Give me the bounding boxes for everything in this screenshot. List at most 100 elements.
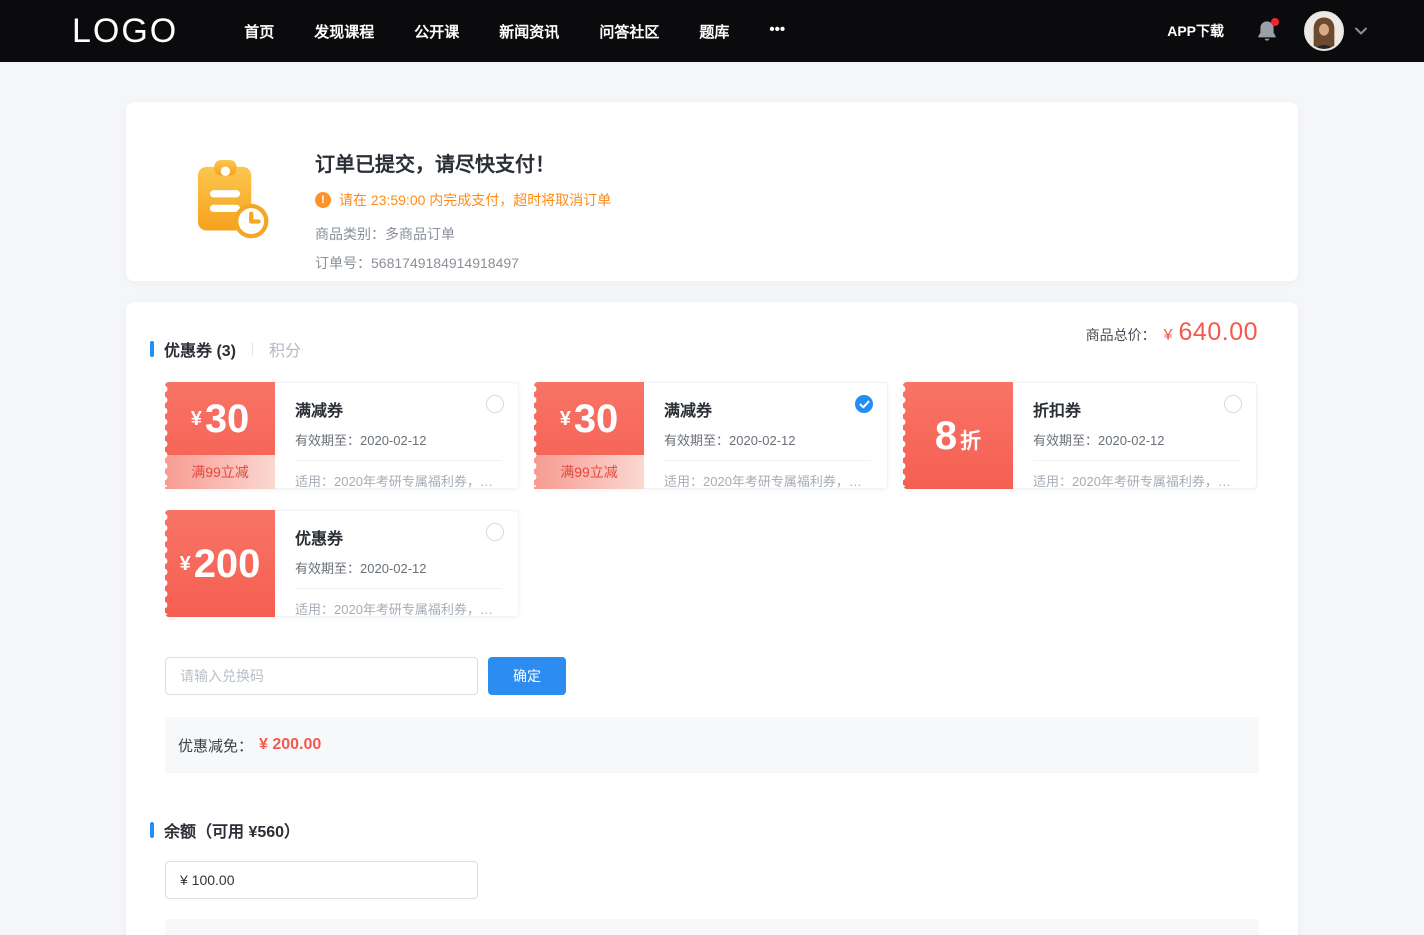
balance-title: 余额（可用 ¥560）: [164, 818, 300, 842]
coupon-condition-badge: 满99立减: [165, 455, 275, 489]
coupon-divider: [664, 460, 871, 461]
tab-coupons[interactable]: 优惠券 (3): [164, 337, 236, 361]
top-nav: LOGO 首页 发现课程 公开课 新闻资讯 问答社区 题库 ••• APP下载: [0, 0, 1424, 62]
coupon-divider: [295, 460, 502, 461]
coupon-expiry: 有效期至：2020-02-12: [295, 430, 502, 449]
coupon-expiry: 有效期至：2020-02-12: [1033, 430, 1240, 449]
nav-links: 首页 发现课程 公开课 新闻资讯 问答社区 题库 •••: [244, 21, 785, 42]
payment-deadline-warning: ! 请在 23:59:00 内完成支付，超时将取消订单: [315, 190, 611, 210]
clipboard-clock-icon: [185, 150, 271, 244]
discount-value: ¥ 200.00: [259, 736, 321, 754]
nav-item-discover-courses[interactable]: 发现课程: [314, 21, 374, 42]
coupon-condition-badge: 满99立减: [534, 455, 644, 489]
nav-right: APP下载: [1167, 11, 1368, 51]
coupon-radio[interactable]: [855, 395, 873, 413]
logo[interactable]: LOGO: [72, 12, 178, 51]
notification-dot: [1271, 18, 1279, 26]
nav-item-open-courses[interactable]: 公开课: [414, 21, 459, 42]
balance-section-header: 余额（可用 ¥560）: [150, 819, 1259, 841]
nav-item-more[interactable]: •••: [769, 21, 785, 42]
order-title: 订单已提交，请尽快支付！: [315, 148, 611, 177]
nav-item-qa-community[interactable]: 问答社区: [599, 21, 659, 42]
coupon-body: 满减券 有效期至：2020-02-12 适用：2020年考研专属福利券，以用..…: [644, 383, 887, 488]
coupon-title: 优惠券: [295, 525, 502, 549]
total-label: 商品总价：: [1086, 325, 1156, 345]
coupon-stub: ¥30 满99立减: [165, 382, 275, 489]
nav-item-question-bank[interactable]: 题库: [699, 21, 729, 42]
coupon-scope: 适用：2020年考研专属福利券，以用...: [295, 471, 502, 490]
chevron-down-icon[interactable]: [1354, 26, 1368, 36]
coupon-radio[interactable]: [486, 523, 504, 541]
amount-number: 200: [194, 544, 261, 584]
amount-prefix: ¥: [180, 554, 191, 574]
notification-bell-icon[interactable]: [1256, 19, 1278, 43]
coupon-title: 满减券: [664, 397, 871, 421]
bottom-summary-strip: [165, 919, 1259, 935]
section-accent-bar: [150, 822, 154, 838]
coupon-radio[interactable]: [1224, 395, 1242, 413]
coupon-scope: 适用：2020年考研专属福利券，以用...: [664, 471, 871, 490]
amount-prefix: ¥: [560, 409, 571, 429]
check-icon: [859, 400, 870, 409]
coupon-amount: 8折: [903, 382, 1013, 489]
coupon-scope: 适用：2020年考研专属福利券，以用...: [295, 599, 502, 618]
redeem-code-row: 确定: [165, 657, 1259, 695]
currency-symbol: ¥: [1164, 327, 1173, 345]
category-value: 多商品订单: [385, 226, 455, 242]
coupon-divider: [1033, 460, 1240, 461]
page-content: 订单已提交，请尽快支付！ ! 请在 23:59:00 内完成支付，超时将取消订单…: [126, 102, 1298, 935]
nav-item-home[interactable]: 首页: [244, 21, 274, 42]
app-download-link[interactable]: APP下载: [1167, 21, 1224, 41]
coupon-card-voucher-200[interactable]: ¥200 优惠券 有效期至：2020-02-12 适用：2020年考研专属福利券…: [165, 510, 519, 617]
discount-summary-strip: 优惠减免： ¥ 200.00: [165, 717, 1259, 773]
total-value: 640.00: [1179, 318, 1258, 347]
tab-points[interactable]: 积分: [269, 337, 301, 361]
coupon-stub: ¥200: [165, 510, 275, 617]
coupon-divider: [295, 588, 502, 589]
section-accent-bar: [150, 341, 154, 357]
order-category-row: 商品类别：多商品订单: [315, 224, 611, 244]
coupon-expiry: 有效期至：2020-02-12: [664, 430, 871, 449]
amount-suffix: 折: [960, 431, 981, 452]
order-no-value: 5681749184914918497: [371, 255, 519, 271]
coupon-amount: ¥200: [165, 510, 275, 617]
amount-number: 30: [205, 399, 250, 439]
order-info: 订单已提交，请尽快支付！ ! 请在 23:59:00 内完成支付，超时将取消订单…: [315, 148, 611, 281]
coupon-stub: 8折: [903, 382, 1013, 489]
coupon-card-discount-80pct[interactable]: 8折 折扣券 有效期至：2020-02-12 适用：2020年考研专属福利券，以…: [903, 382, 1257, 489]
payment-options-card: 优惠券 (3) 积分 ¥30 满99立减 满减券 有效期至：2020-02-12…: [126, 302, 1298, 935]
balance-amount-input[interactable]: [165, 861, 478, 899]
warning-text: 请在 23:59:00 内完成支付，超时将取消订单: [339, 190, 611, 210]
order-submitted-card: 订单已提交，请尽快支付！ ! 请在 23:59:00 内完成支付，超时将取消订单…: [126, 102, 1298, 281]
coupon-radio[interactable]: [486, 395, 504, 413]
coupon-body: 优惠券 有效期至：2020-02-12 适用：2020年考研专属福利券，以用..…: [275, 511, 518, 616]
category-label: 商品类别：: [315, 226, 385, 242]
order-number-row: 订单号：5681749184914918497: [315, 253, 611, 273]
confirm-button[interactable]: 确定: [488, 657, 566, 695]
avatar-image: [1306, 13, 1342, 49]
coupon-expiry: 有效期至：2020-02-12: [295, 558, 502, 577]
order-total: 商品总价： ¥ 640.00: [1086, 318, 1258, 347]
header-divider: [252, 342, 253, 356]
coupon-list: ¥30 满99立减 满减券 有效期至：2020-02-12 适用：2020年考研…: [165, 382, 1259, 617]
coupon-title: 满减券: [295, 397, 502, 421]
coupon-body: 折扣券 有效期至：2020-02-12 适用：2020年考研专属福利券，以用..…: [1013, 383, 1256, 488]
coupon-card-full-reduction-30[interactable]: ¥30 满99立减 满减券 有效期至：2020-02-12 适用：2020年考研…: [165, 382, 519, 489]
warning-icon: !: [315, 192, 331, 208]
nav-item-news[interactable]: 新闻资讯: [499, 21, 559, 42]
coupon-scope: 适用：2020年考研专属福利券，以用...: [1033, 471, 1240, 490]
balance-input-row: [165, 861, 1259, 899]
coupon-title: 折扣券: [1033, 397, 1240, 421]
order-no-label: 订单号：: [315, 255, 371, 271]
coupon-card-full-reduction-30-selected[interactable]: ¥30 满99立减 满减券 有效期至：2020-02-12 适用：2020年考研…: [534, 382, 888, 489]
coupon-body: 满减券 有效期至：2020-02-12 适用：2020年考研专属福利券，以用..…: [275, 383, 518, 488]
redeem-code-input[interactable]: [165, 657, 478, 695]
amount-number: 8: [935, 416, 957, 456]
amount-number: 30: [574, 399, 619, 439]
discount-label: 优惠减免：: [178, 735, 253, 756]
amount-prefix: ¥: [191, 409, 202, 429]
coupon-amount: ¥30: [534, 382, 644, 455]
coupon-stub: ¥30 满99立减: [534, 382, 644, 489]
coupon-amount: ¥30: [165, 382, 275, 455]
user-avatar[interactable]: [1304, 11, 1344, 51]
